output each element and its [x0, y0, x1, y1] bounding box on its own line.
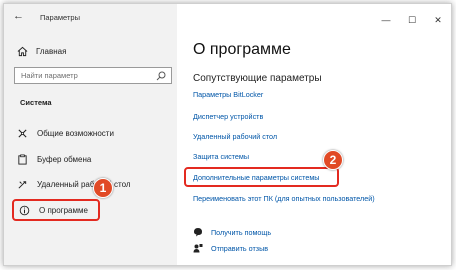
search-icon[interactable] [156, 71, 166, 81]
link-system-protection[interactable]: Защита системы [193, 152, 249, 161]
annotation-badge-2: 2 [323, 150, 343, 170]
remote-desktop-icon [17, 179, 28, 190]
annotation-badge-1: 1 [93, 178, 113, 198]
search-input[interactable] [15, 68, 155, 83]
search-box[interactable] [14, 67, 172, 84]
sidebar-item-label: Удаленный рабочий стол [37, 179, 131, 189]
link-bitlocker[interactable]: Параметры BitLocker [193, 90, 263, 99]
settings-window: ← Параметры Главная Система Общие в [3, 3, 452, 266]
home-icon [17, 46, 28, 56]
sidebar: ← Параметры Главная Система Общие в [4, 4, 177, 265]
close-button[interactable]: ✕ [425, 15, 451, 25]
main-content: — ☐ ✕ О программе Сопутствующие параметр… [177, 4, 451, 265]
clipboard-icon [17, 154, 28, 165]
sidebar-item-remote-desktop[interactable]: Удаленный рабочий стол [17, 177, 131, 191]
sidebar-item-home-label: Главная [36, 46, 67, 56]
link-remote-desktop[interactable]: Удаленный рабочий стол [193, 132, 277, 141]
sidebar-item-label: О программе [39, 205, 88, 215]
get-help-link[interactable]: Получить помощь [211, 228, 271, 237]
help-icon [193, 227, 203, 237]
sidebar-item-label: Буфер обмена [37, 154, 92, 164]
get-help-row[interactable]: Получить помощь [193, 227, 271, 237]
sidebar-item-about[interactable]: О программе [12, 199, 100, 221]
link-advanced-system-settings[interactable]: Дополнительные параметры системы [193, 173, 319, 182]
sidebar-item-label: Общие возможности [37, 128, 114, 138]
link-rename-pc[interactable]: Переименовать этот ПК (для опытных польз… [193, 194, 375, 203]
window-controls: — ☐ ✕ [373, 15, 451, 25]
sidebar-item-home[interactable]: Главная [17, 44, 66, 58]
send-feedback-row[interactable]: Отправить отзыв [193, 243, 268, 253]
sidebar-section-title: Система [20, 98, 52, 107]
app-title: Параметры [40, 13, 80, 22]
maximize-button[interactable]: ☐ [399, 15, 425, 25]
feedback-icon [193, 243, 203, 253]
minimize-button[interactable]: — [373, 15, 399, 25]
sidebar-item-clipboard[interactable]: Буфер обмена [17, 152, 91, 166]
related-settings-heading: Сопутствующие параметры [193, 73, 322, 84]
send-feedback-link[interactable]: Отправить отзыв [211, 244, 268, 253]
info-icon [19, 205, 30, 216]
back-arrow-icon[interactable]: ← [13, 10, 24, 22]
accessibility-icon [17, 128, 28, 139]
link-device-manager[interactable]: Диспетчер устройств [193, 112, 263, 121]
page-title: О программе [193, 41, 291, 58]
sidebar-item-accessibility[interactable]: Общие возможности [17, 126, 114, 140]
